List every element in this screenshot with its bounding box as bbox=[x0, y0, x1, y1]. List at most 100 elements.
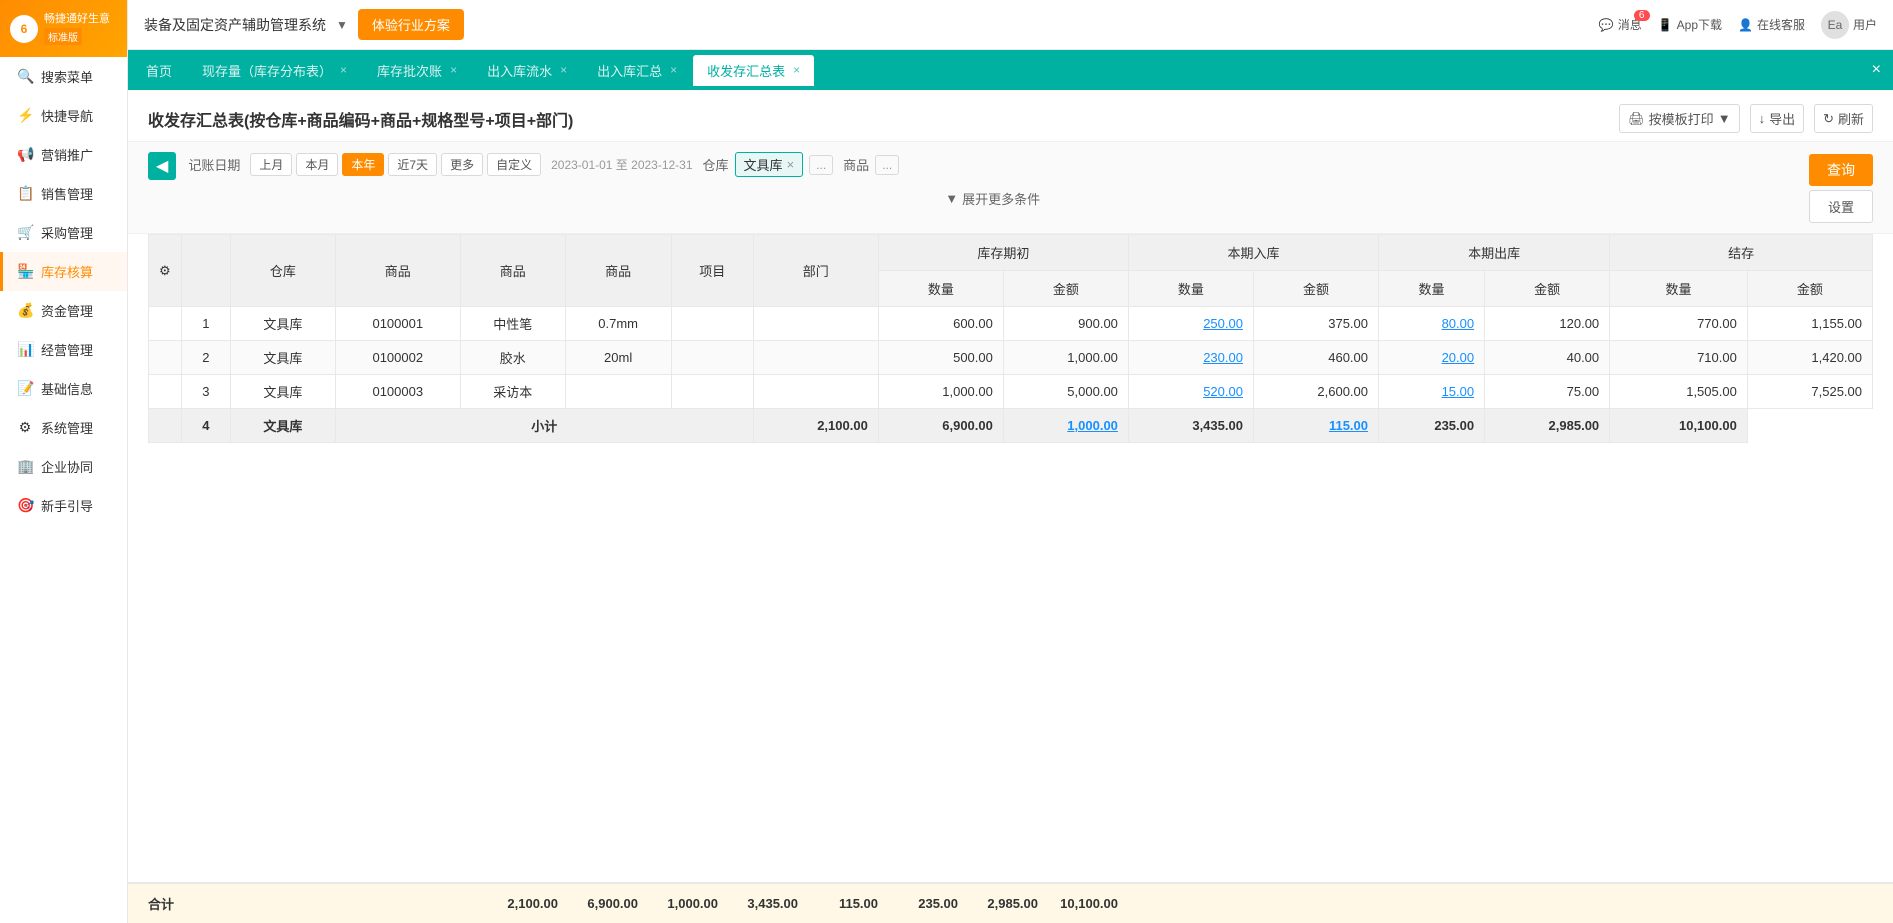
expand-more-btn[interactable]: ▼ 展开更多条件 bbox=[188, 183, 1797, 214]
query-btn[interactable]: 查询 bbox=[1809, 154, 1873, 186]
tab-close-in-out-summary[interactable]: × bbox=[670, 64, 677, 76]
experience-btn[interactable]: 体验行业方案 bbox=[358, 9, 464, 40]
table-row: 3 文具库 0100003 采访本 1,000.00 5,000.00 520.… bbox=[149, 375, 1873, 409]
filter-toggle-btn[interactable]: ◀ bbox=[148, 152, 176, 180]
row-in-amt: 375.00 bbox=[1253, 307, 1378, 341]
col-bal-header: 结存 bbox=[1610, 235, 1873, 271]
sidebar-item-marketing[interactable]: 📢营销推广 bbox=[0, 135, 127, 174]
sidebar-item-inventory[interactable]: 🏪库存核算 bbox=[0, 252, 127, 291]
date-btn-近7天[interactable]: 近7天 bbox=[388, 153, 437, 176]
operations-icon: 📊 bbox=[17, 341, 33, 358]
sidebar-item-label: 经营管理 bbox=[41, 340, 93, 359]
sidebar-item-quick-nav[interactable]: ⚡快捷导航 bbox=[0, 96, 127, 135]
refresh-btn[interactable]: ↻ 刷新 bbox=[1814, 104, 1873, 133]
search-icon: 🔍 bbox=[17, 68, 33, 85]
tab-home[interactable]: 首页 bbox=[132, 55, 186, 86]
subtotal-in-qty[interactable]: 1,000.00 bbox=[1003, 409, 1128, 443]
row-in-amt: 2,600.00 bbox=[1253, 375, 1378, 409]
tab-batch-accounts[interactable]: 库存批次账 × bbox=[363, 55, 471, 86]
sidebar-item-finance[interactable]: 💰资金管理 bbox=[0, 291, 127, 330]
sidebar-item-label: 资金管理 bbox=[41, 301, 93, 320]
sidebar-item-enterprise[interactable]: 🏢企业协同 bbox=[0, 447, 127, 486]
row-bal-qty: 710.00 bbox=[1610, 341, 1748, 375]
date-btn-本月[interactable]: 本月 bbox=[296, 153, 338, 176]
row-settings[interactable] bbox=[149, 307, 182, 341]
date-label: 记账日期 bbox=[188, 155, 240, 174]
refresh-icon: ↻ bbox=[1823, 111, 1834, 127]
row-settings[interactable] bbox=[149, 341, 182, 375]
col-out-amt-header: 金额 bbox=[1485, 271, 1610, 307]
tab-label-in-out-summary: 出入库汇总 bbox=[597, 61, 662, 80]
warehouse-tag-close[interactable]: × bbox=[787, 157, 795, 172]
row-warehouse: 文具库 bbox=[230, 341, 335, 375]
product-ellipsis[interactable]: ... bbox=[875, 155, 899, 175]
row-in-qty[interactable]: 250.00 bbox=[1128, 307, 1253, 341]
footer-open-amt: 6,900.00 bbox=[568, 892, 648, 915]
row-in-qty[interactable]: 230.00 bbox=[1128, 341, 1253, 375]
system-dropdown[interactable]: ▼ bbox=[336, 18, 348, 32]
export-btn[interactable]: ↓ 导出 bbox=[1750, 104, 1805, 133]
sidebar-item-search[interactable]: 🔍 搜索菜单 bbox=[0, 57, 127, 96]
window-close-btn[interactable]: × bbox=[1864, 57, 1889, 83]
col-num-header bbox=[181, 235, 230, 307]
sidebar-item-guide[interactable]: 🎯新手引导 bbox=[0, 486, 127, 525]
logo-icon: 6 bbox=[10, 15, 38, 43]
row-name: 采访本 bbox=[460, 375, 565, 409]
tab-in-out-flow[interactable]: 出入库流水× bbox=[473, 55, 581, 86]
online-service-btn[interactable]: 👤 在线客服 bbox=[1738, 16, 1805, 33]
settings-btn[interactable]: 设置 bbox=[1809, 190, 1873, 223]
row-warehouse: 文具库 bbox=[230, 307, 335, 341]
col-warehouse-header: 仓库 bbox=[230, 235, 335, 307]
sidebar-item-system[interactable]: ⚙系统管理 bbox=[0, 408, 127, 447]
print-btn[interactable]: 🖨 按模板打印 ▼ bbox=[1619, 104, 1739, 133]
sidebar-tag: 标准版 bbox=[44, 28, 82, 45]
tab-label-batch-accounts: 库存批次账 bbox=[377, 61, 442, 80]
row-out-qty[interactable]: 80.00 bbox=[1379, 307, 1485, 341]
footer-out-amt: 235.00 bbox=[888, 892, 968, 915]
tab-inventory-dist[interactable]: 现存量（库存分布表）× bbox=[188, 55, 361, 86]
basic-info-icon: 📝 bbox=[17, 380, 33, 397]
tab-close-inventory-dist[interactable]: × bbox=[340, 64, 347, 76]
app-download-btn[interactable]: 📱 App下载 bbox=[1658, 16, 1722, 33]
message-btn[interactable]: 💬 消息 6 bbox=[1599, 16, 1642, 33]
system-title: 装备及固定资产辅助管理系统 bbox=[144, 15, 326, 35]
tab-recv-send-summary[interactable]: 收发存汇总表× bbox=[693, 55, 814, 86]
sidebar-logo: 6 畅捷通好生意 标准版 bbox=[0, 0, 127, 57]
sidebar-item-sales[interactable]: 📋销售管理 bbox=[0, 174, 127, 213]
row-out-qty[interactable]: 15.00 bbox=[1379, 375, 1485, 409]
sidebar-item-label: 营销推广 bbox=[41, 145, 93, 164]
tab-in-out-summary[interactable]: 出入库汇总 × bbox=[583, 55, 691, 86]
sidebar-item-operations[interactable]: 📊 经营管理 bbox=[0, 330, 127, 369]
date-btn-更多[interactable]: 更多 bbox=[441, 153, 483, 176]
row-in-qty[interactable]: 520.00 bbox=[1128, 375, 1253, 409]
sales-icon: 📋 bbox=[17, 185, 33, 202]
date-btn-自定义[interactable]: 自定义 bbox=[487, 153, 541, 176]
sidebar-item-label: 搜索菜单 bbox=[41, 67, 93, 86]
date-btn-上月[interactable]: 上月 bbox=[250, 153, 292, 176]
footer-bal-qty: 2,985.00 bbox=[968, 892, 1048, 915]
tab-close-batch-accounts[interactable]: × bbox=[450, 64, 457, 76]
warehouse-tag: 文具库 × bbox=[735, 152, 804, 177]
date-btn-本年[interactable]: 本年 bbox=[342, 153, 384, 176]
refresh-label: 刷新 bbox=[1838, 109, 1864, 128]
subtotal-out-qty[interactable]: 115.00 bbox=[1253, 409, 1378, 443]
sidebar-item-label: 快捷导航 bbox=[41, 106, 93, 125]
col-project-header: 项目 bbox=[671, 235, 753, 307]
tab-label-home: 首页 bbox=[146, 61, 172, 80]
table-row: 2 文具库 0100002 胶水 20ml 500.00 1,000.00 23… bbox=[149, 341, 1873, 375]
sidebar-item-purchase[interactable]: 🛒采购管理 bbox=[0, 213, 127, 252]
row-out-amt: 120.00 bbox=[1485, 307, 1610, 341]
col-settings-header[interactable]: ⚙ bbox=[149, 235, 182, 307]
user-btn[interactable]: Ea 用户 bbox=[1821, 11, 1877, 39]
sidebar-item-basic-info[interactable]: 📝基础信息 bbox=[0, 369, 127, 408]
row-in-amt: 460.00 bbox=[1253, 341, 1378, 375]
row-project bbox=[671, 341, 753, 375]
table-footer: 合计 2,100.00 6,900.00 1,000.00 3,435.00 1… bbox=[128, 882, 1893, 923]
logo-text: 畅捷通好生意 bbox=[44, 12, 110, 26]
tab-close-in-out-flow[interactable]: × bbox=[560, 64, 567, 76]
warehouse-ellipsis[interactable]: ... bbox=[809, 155, 833, 175]
row-settings[interactable] bbox=[149, 375, 182, 409]
tab-close-recv-send-summary[interactable]: × bbox=[793, 64, 800, 76]
row-out-qty[interactable]: 20.00 bbox=[1379, 341, 1485, 375]
col-bal-qty-header: 数量 bbox=[1610, 271, 1748, 307]
